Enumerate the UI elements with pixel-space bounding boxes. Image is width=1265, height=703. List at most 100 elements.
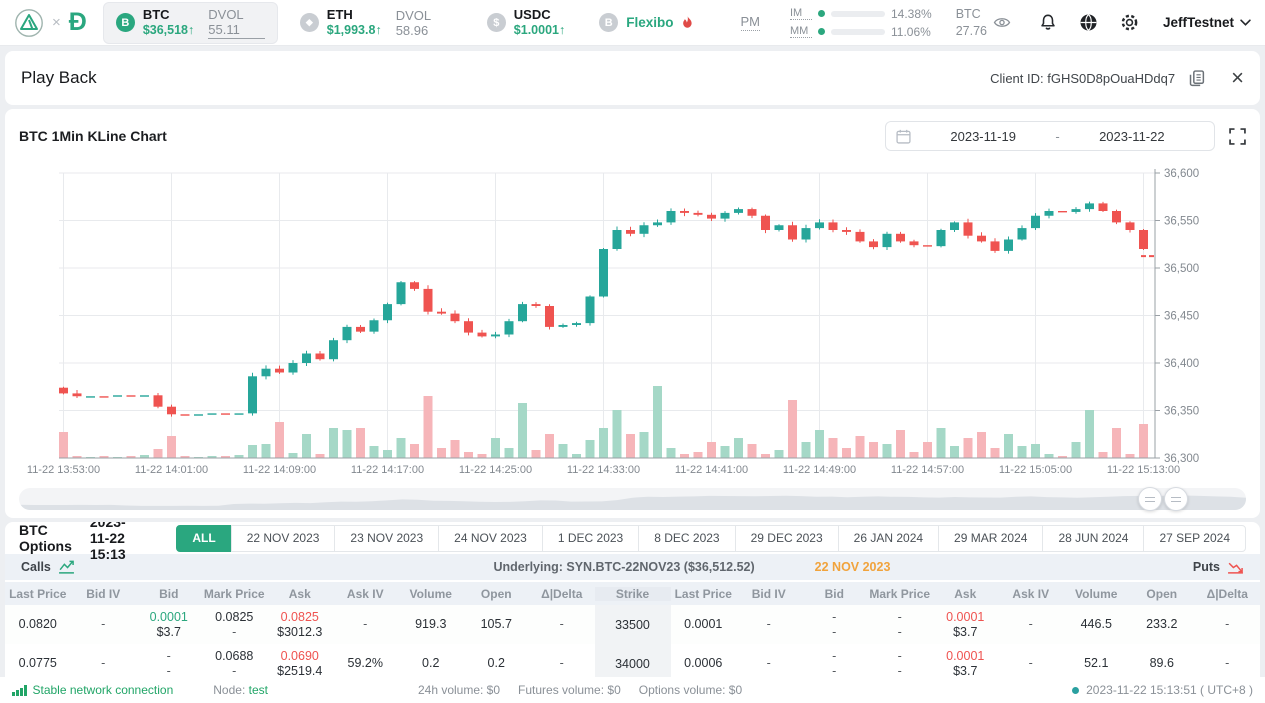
pm-label[interactable]: PM: [741, 14, 761, 31]
column-header: Last Price: [671, 587, 737, 601]
ticker-flexibo[interactable]: B Flexibo: [587, 9, 704, 36]
copy-icon[interactable]: [1189, 70, 1205, 87]
option-cell[interactable]: -: [736, 605, 802, 644]
svg-text:36,600: 36,600: [1164, 168, 1199, 180]
user-menu[interactable]: JeffTestnet: [1163, 15, 1251, 30]
ticker-symbol: BTC: [143, 7, 194, 23]
connection-status: Stable network connection: [33, 683, 174, 697]
option-cell[interactable]: 919.3: [398, 605, 464, 644]
ticker-symbol: ETH: [327, 7, 382, 23]
margin-percent: 14.38%: [891, 7, 932, 21]
navigator-handle-right[interactable]: [1164, 487, 1188, 511]
fullscreen-icon[interactable]: [1229, 128, 1246, 145]
expiry-tab-23-nov-2023[interactable]: 23 NOV 2023: [334, 525, 439, 552]
calls-puts-band: Calls Underlying: SYN.BTC-22NOV23 ($36,5…: [5, 554, 1260, 580]
svg-text:11-22 14:25:00: 11-22 14:25:00: [459, 464, 532, 476]
partner-logo: Đ: [69, 10, 87, 35]
server-time-dot: [1072, 687, 1079, 694]
eth-dvol[interactable]: DVOL 58.96: [396, 8, 453, 38]
expiry-tab-27-sep-2024[interactable]: 27 SEP 2024: [1143, 525, 1246, 552]
expiry-tab-1-dec-2023[interactable]: 1 DEC 2023: [542, 525, 639, 552]
options-timestamp: 2023-11-22 15:13: [90, 522, 145, 562]
column-header: Volume: [398, 587, 464, 601]
options-table-row: 0.0820-0.0001$3.70.0825-0.0825$3012.3-91…: [5, 605, 1260, 644]
option-cell[interactable]: 0.0825$3012.3: [267, 605, 333, 644]
option-cell[interactable]: --: [867, 605, 933, 644]
date-to[interactable]: 2023-11-22: [1060, 129, 1204, 144]
option-cell[interactable]: 0.0001$3.7: [136, 605, 202, 644]
kline-chart[interactable]: 36,60036,55036,50036,45036,40036,35036,3…: [19, 155, 1246, 477]
option-cell[interactable]: 233.2: [1129, 605, 1195, 644]
close-icon[interactable]: ×: [1231, 67, 1244, 89]
date-range-picker[interactable]: 2023-11-19 - 2023-11-22: [885, 121, 1215, 151]
column-header: Mark Price: [202, 587, 268, 601]
option-cell[interactable]: 0.0001: [671, 605, 737, 644]
column-header: Ask: [267, 587, 333, 601]
expiry-tab-22-nov-2023[interactable]: 22 NOV 2023: [231, 525, 336, 552]
margin-dot: [818, 28, 825, 35]
option-cell[interactable]: 0.0001$3.7: [933, 605, 999, 644]
column-header: Open: [464, 587, 530, 601]
column-header: Bid IV: [736, 587, 802, 601]
expiry-tab-8-dec-2023[interactable]: 8 DEC 2023: [638, 525, 735, 552]
margin-bar: [831, 11, 885, 17]
expiry-tab-26-jan-2024[interactable]: 26 JAN 2024: [838, 525, 939, 552]
option-cell[interactable]: -: [1195, 605, 1261, 644]
column-header: Mark Price: [867, 587, 933, 601]
option-cell[interactable]: --: [802, 605, 868, 644]
column-header: Δ|Delta: [529, 587, 595, 601]
option-cell[interactable]: -: [333, 605, 399, 644]
notification-bell-icon[interactable]: [1039, 13, 1057, 32]
option-cell[interactable]: -: [71, 605, 137, 644]
option-cell[interactable]: -: [529, 605, 595, 644]
column-header: Bid: [136, 587, 202, 601]
node-value: test: [249, 683, 268, 697]
playback-panel: Play Back Client ID: fGHS0D8pOuaHDdq7 ×: [5, 51, 1260, 105]
navigator-handle-left[interactable]: [1138, 487, 1162, 511]
btc-dvol[interactable]: DVOL 55.11: [208, 7, 265, 39]
option-cell[interactable]: 446.5: [1064, 605, 1130, 644]
margin-percent: 11.06%: [891, 25, 931, 39]
logo-separator: ×: [52, 14, 61, 31]
expiry-tab-29-dec-2023[interactable]: 29 DEC 2023: [735, 525, 839, 552]
signal-bars-icon: [12, 685, 27, 696]
navigator-silhouette: [19, 488, 1246, 510]
svg-text:11-22 13:53:00: 11-22 13:53:00: [27, 464, 100, 476]
margin-label: MM: [790, 25, 812, 38]
expiry-tab-24-nov-2023[interactable]: 24 NOV 2023: [438, 525, 543, 552]
expiry-tab-28-jun-2024[interactable]: 28 JUN 2024: [1042, 525, 1144, 552]
option-cell[interactable]: 0.0825-: [202, 605, 268, 644]
calendar-icon: [896, 129, 911, 144]
puts-label: Puts: [1193, 560, 1220, 574]
volume-24h: 24h volume: $0: [418, 683, 500, 697]
page-title: Play Back: [21, 68, 97, 88]
globe-icon[interactable]: [1079, 13, 1098, 32]
option-cell[interactable]: -: [998, 605, 1064, 644]
expiry-tab-29-mar-2024[interactable]: 29 MAR 2024: [938, 525, 1043, 552]
option-cell[interactable]: 0.0820: [5, 605, 71, 644]
chart-range-navigator[interactable]: [19, 488, 1246, 510]
date-from[interactable]: 2023-11-19: [911, 129, 1055, 144]
option-cell[interactable]: 105.7: [464, 605, 530, 644]
chevron-down-icon: [1240, 19, 1251, 26]
svg-text:11-22 14:17:00: 11-22 14:17:00: [351, 464, 424, 476]
eth-coin-icon: ◆: [300, 13, 319, 32]
eye-icon[interactable]: [993, 16, 1011, 29]
ticker-usdc[interactable]: $ USDC $1.0001↑: [475, 3, 577, 43]
calls-chart-icon: [58, 560, 75, 574]
usdc-coin-icon: $: [487, 13, 506, 32]
ticker-btc[interactable]: B BTC $36,518↑ DVOL 55.11: [103, 2, 278, 44]
flame-icon: [682, 16, 693, 29]
options-title: BTC Options: [19, 522, 72, 554]
expiry-tabs: ALL22 NOV 202323 NOV 202324 NOV 20231 DE…: [176, 525, 1246, 552]
expiry-tab-all[interactable]: ALL: [176, 525, 231, 552]
margin-label: IM: [790, 7, 812, 20]
ticker-eth[interactable]: ◆ ETH $1,993.8↑ DVOL 58.96: [288, 3, 465, 43]
svg-text:11-22 14:01:00: 11-22 14:01:00: [135, 464, 208, 476]
ticker-price: $1,993.8↑: [327, 23, 382, 39]
svg-text:11-22 14:57:00: 11-22 14:57:00: [891, 464, 964, 476]
column-header: Open: [1129, 587, 1195, 601]
server-time: 2023-11-22 15:13:51 ( UTC+8 ): [1086, 683, 1253, 697]
ticker-symbol: USDC: [514, 7, 565, 23]
settings-gear-icon[interactable]: [1120, 13, 1139, 32]
